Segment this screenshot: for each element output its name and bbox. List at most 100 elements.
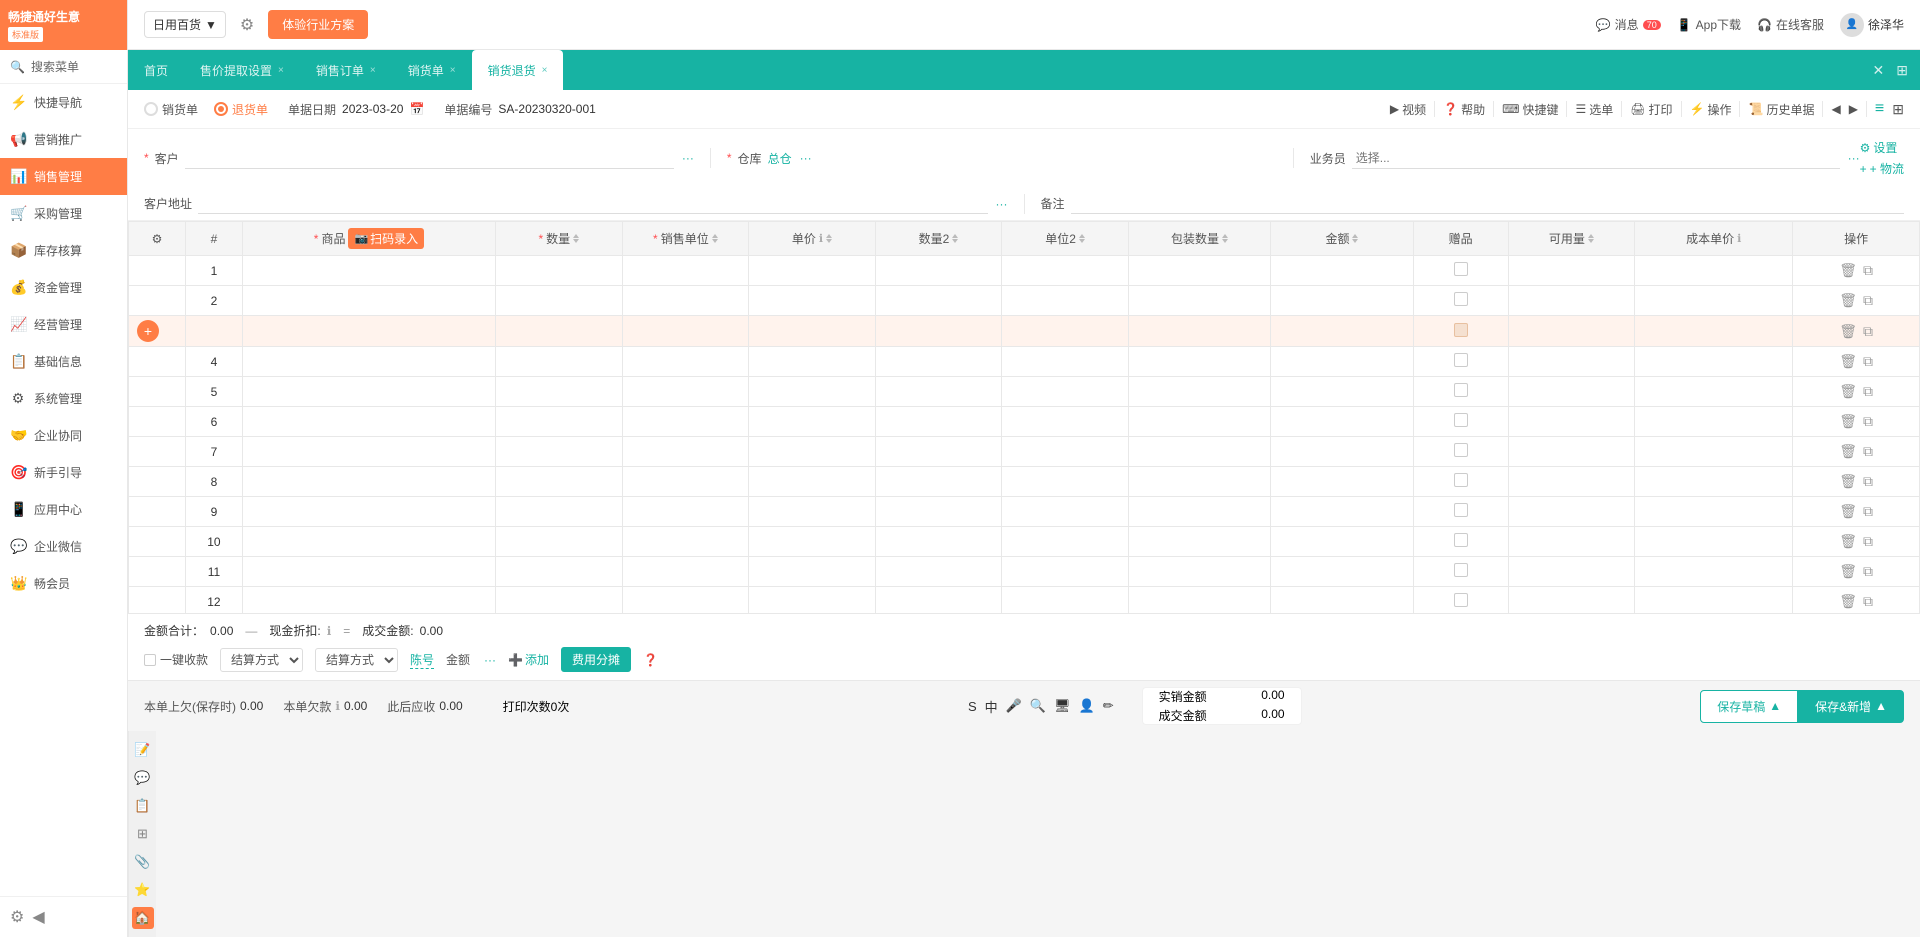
grid-view-icon[interactable]: ⊞	[1892, 101, 1904, 118]
expense-info-icon[interactable]: ❓	[643, 653, 658, 667]
row-add-btn[interactable]: +	[129, 316, 186, 347]
row-gift[interactable]	[1413, 286, 1508, 316]
right-panel-note-icon[interactable]: 📝	[132, 739, 154, 761]
row-gift[interactable]	[1413, 256, 1508, 286]
s-icon[interactable]: S	[968, 699, 977, 714]
gear-icon[interactable]: ⚙	[236, 11, 258, 39]
row-unit[interactable]	[622, 256, 749, 286]
gift-checkbox[interactable]	[1454, 563, 1468, 577]
row-cost[interactable]	[1635, 316, 1793, 347]
zhong-icon[interactable]: 中	[985, 697, 998, 716]
row-qty[interactable]	[496, 286, 623, 316]
row-avail[interactable]	[1508, 286, 1635, 316]
row-amount[interactable]	[1271, 256, 1413, 286]
app-download-action[interactable]: 📱 App下载	[1677, 16, 1741, 33]
video-btn[interactable]: ▶ 视频	[1390, 101, 1426, 118]
gift-checkbox[interactable]	[1454, 292, 1468, 306]
row-amount[interactable]	[1271, 316, 1413, 347]
right-panel-grid-icon[interactable]: ⊞	[132, 823, 154, 845]
row-unit[interactable]	[622, 316, 749, 347]
row-unit2[interactable]	[1002, 316, 1129, 347]
sidebar-item-appstore[interactable]: 📱 应用中心	[0, 491, 127, 528]
delete-icon[interactable]: 🗑	[1839, 563, 1857, 580]
trial-button[interactable]: 体验行业方案	[268, 10, 368, 39]
th-settings[interactable]: ⚙	[129, 222, 186, 256]
next-arrow[interactable]: ▶	[1849, 102, 1858, 116]
add-btn[interactable]: ➕ 添加	[508, 651, 549, 668]
copy-icon[interactable]: ⧉	[1863, 323, 1873, 340]
save-new-button[interactable]: 保存&新增 ▲	[1798, 690, 1904, 723]
info-icon[interactable]: ℹ	[1737, 232, 1741, 245]
shortcut-btn[interactable]: ⌨ 快捷键	[1502, 101, 1558, 118]
copy-icon[interactable]: ⧉	[1863, 383, 1873, 400]
row-unit2[interactable]	[1002, 286, 1129, 316]
addr-more-icon[interactable]: ···	[996, 197, 1008, 211]
copy-icon[interactable]: ⧉	[1863, 353, 1873, 370]
sort-icon[interactable]	[952, 234, 958, 243]
row-product-input[interactable]	[242, 316, 495, 347]
tab-close-icon[interactable]: ×	[370, 65, 376, 76]
settings-btn[interactable]: ⚙ 设置	[1860, 139, 1904, 156]
delete-icon[interactable]: 🗑	[1839, 473, 1857, 490]
sidebar-item-wechat[interactable]: 💬 企业微信	[0, 528, 127, 565]
product-input-active[interactable]	[243, 320, 495, 342]
gift-checkbox[interactable]	[1454, 383, 1468, 397]
row-product[interactable]	[242, 286, 495, 316]
row-price[interactable]	[749, 286, 876, 316]
sidebar-item-guide[interactable]: 🎯 新手引导	[0, 454, 127, 491]
gift-checkbox[interactable]	[1454, 503, 1468, 517]
right-panel-attach-icon[interactable]: 📎	[132, 851, 154, 873]
online-service-action[interactable]: 🎧 在线客服	[1757, 16, 1824, 33]
mic-icon[interactable]: 🎤	[1006, 698, 1022, 714]
delete-icon[interactable]: 🗑	[1839, 292, 1857, 309]
row-gift[interactable]	[1413, 316, 1508, 347]
expense-split-btn[interactable]: 费用分摊	[561, 647, 631, 672]
salesperson-input[interactable]	[1352, 148, 1840, 169]
copy-icon[interactable]: ⧉	[1863, 533, 1873, 550]
copy-icon[interactable]: ⧉	[1863, 503, 1873, 520]
row-cost[interactable]	[1635, 256, 1793, 286]
account-more-icon[interactable]: ···	[484, 653, 496, 667]
gift-checkbox[interactable]	[1454, 323, 1468, 337]
delete-icon[interactable]: 🗑	[1839, 323, 1857, 340]
delete-icon[interactable]: 🗑	[1839, 593, 1857, 610]
account-link[interactable]: 陈号	[410, 651, 434, 669]
sort-icon[interactable]	[826, 234, 832, 243]
tab-sales-delivery[interactable]: 销货单 ×	[392, 50, 472, 90]
right-panel-star-icon[interactable]: ⭐	[132, 879, 154, 901]
add-row-button[interactable]: +	[137, 320, 159, 342]
print-btn[interactable]: 🖨 打印	[1630, 101, 1672, 118]
row-pack[interactable]	[1128, 316, 1270, 347]
doc-num-value[interactable]: SA-20230320-001	[498, 102, 595, 116]
search-bottom-icon[interactable]: 🔍	[1030, 698, 1046, 714]
sidebar-item-purchase[interactable]: 🛒 采购管理	[0, 195, 127, 232]
row-qty2[interactable]	[875, 316, 1002, 347]
sidebar-item-finance[interactable]: 💰 资金管理	[0, 269, 127, 306]
radio-sales[interactable]: 销货单	[144, 101, 198, 118]
info-btn[interactable]: ℹ	[327, 624, 332, 638]
row-pack[interactable]	[1128, 286, 1270, 316]
sidebar-item-basic[interactable]: 📋 基础信息	[0, 343, 127, 380]
salesperson-more-icon[interactable]: ···	[1848, 151, 1860, 165]
delete-icon[interactable]: 🗑	[1839, 443, 1857, 460]
tab-close-icon[interactable]: ×	[450, 65, 456, 76]
select-btn[interactable]: ☰ 选单	[1575, 101, 1613, 118]
sidebar-item-system[interactable]: ⚙ 系统管理	[0, 380, 127, 417]
row-amount[interactable]	[1271, 286, 1413, 316]
tab-close-icon[interactable]: ×	[278, 65, 284, 76]
person-icon[interactable]: 👤	[1079, 698, 1095, 714]
sidebar-item-inventory[interactable]: 📦 库存核算	[0, 232, 127, 269]
operate-btn[interactable]: ⚡ 操作	[1690, 101, 1732, 118]
warehouse-more-icon[interactable]: ···	[800, 151, 812, 165]
sort-icon[interactable]	[712, 234, 718, 243]
row-product[interactable]	[242, 256, 495, 286]
right-panel-message-icon[interactable]: 💬	[132, 767, 154, 789]
delete-icon[interactable]: 🗑	[1839, 413, 1857, 430]
save-draft-button[interactable]: 保存草稿 ▲	[1700, 690, 1798, 723]
row-price[interactable]	[749, 316, 876, 347]
customer-addr-input[interactable]	[198, 193, 987, 214]
expand-icon[interactable]: ⊞	[1892, 60, 1912, 81]
sort-icon[interactable]	[1079, 234, 1085, 243]
one-click-pay-check[interactable]: 一键收款	[144, 651, 208, 668]
calc-method-select[interactable]: 结算方式	[315, 648, 398, 672]
